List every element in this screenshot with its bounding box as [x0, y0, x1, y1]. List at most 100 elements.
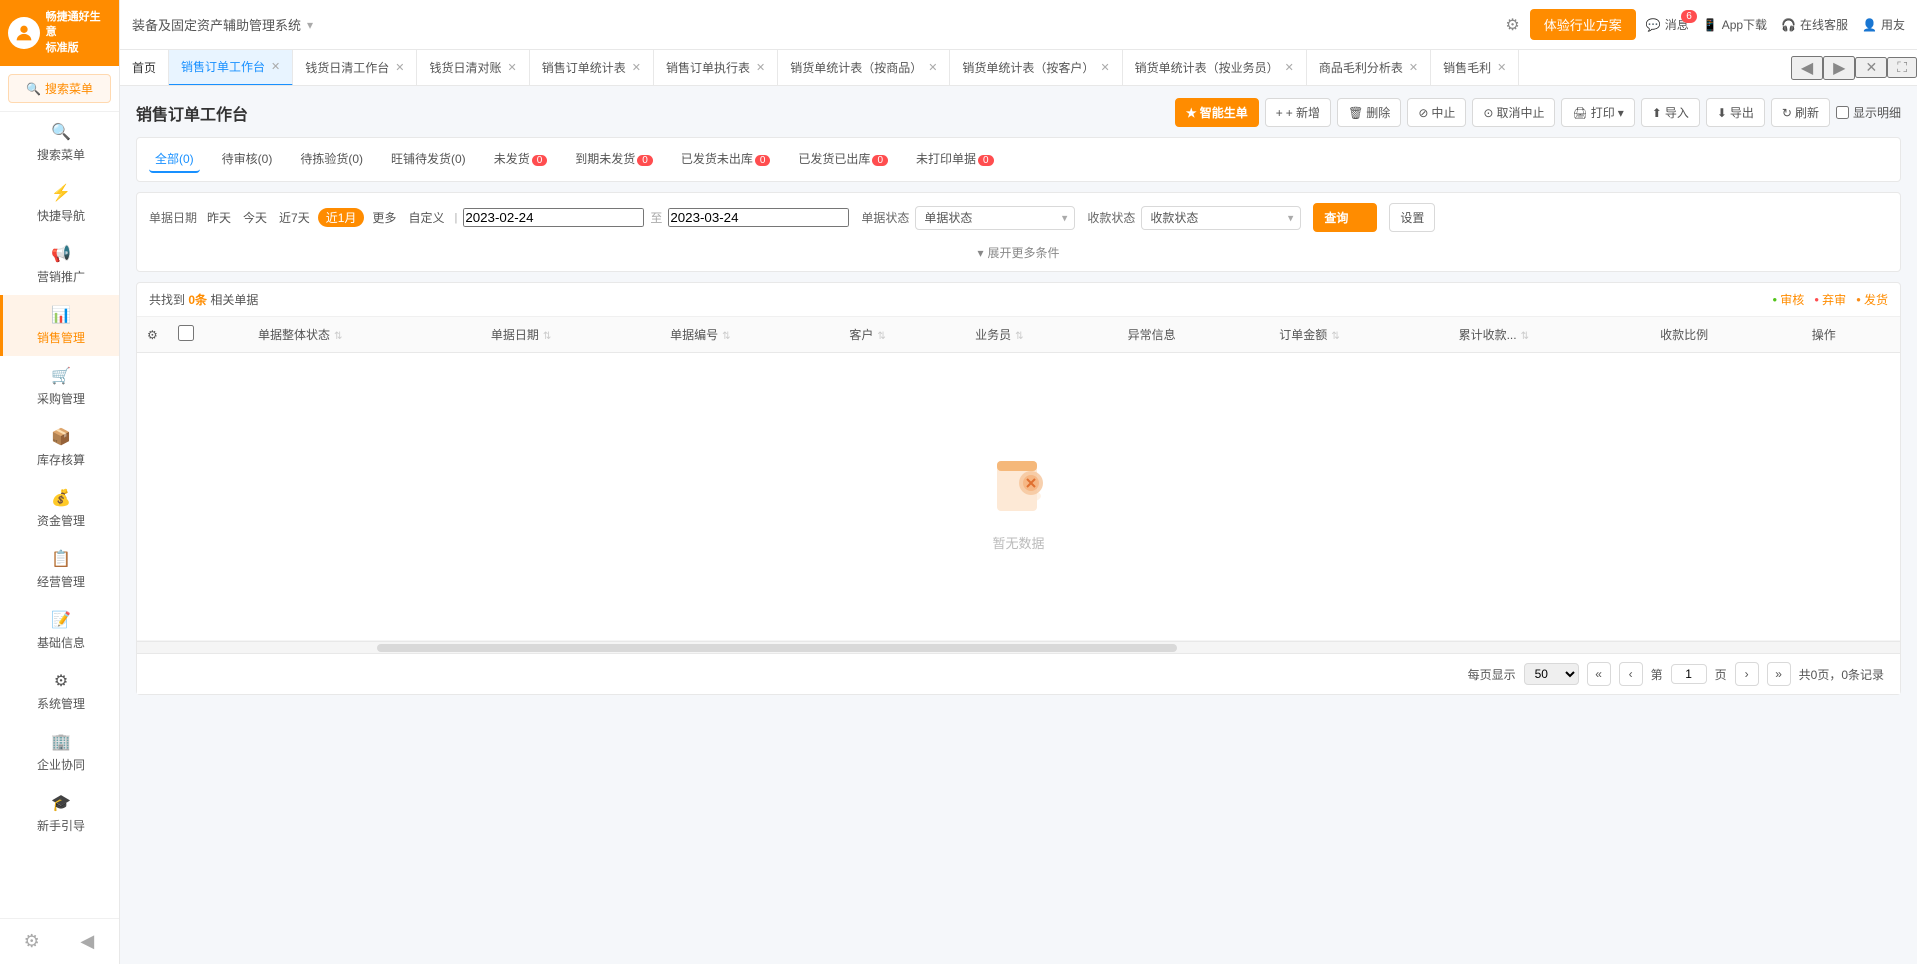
sidebar-collapse-button[interactable]: ◀: [64, 927, 112, 956]
filter-tab-pending_inspect[interactable]: 待拣验货(0): [294, 146, 369, 173]
col-header-status[interactable]: 单据整体状态⇅: [248, 317, 481, 353]
tab-close-sales_exec[interactable]: ✕: [756, 61, 765, 74]
col-header-number[interactable]: 单据编号⇅: [660, 317, 839, 353]
tab-cash_reconcile[interactable]: 钱货日清对账✕: [417, 50, 529, 86]
sidebar-item-enterprise[interactable]: 🏢企业协同: [0, 722, 119, 783]
payment-select[interactable]: 收款状态: [1141, 206, 1301, 230]
tab-close-sales_summary_product[interactable]: ✕: [928, 61, 937, 74]
sidebar-item-operations[interactable]: 📋经营管理: [0, 539, 119, 600]
tab-close-sales_summary_staff[interactable]: ✕: [1285, 61, 1294, 74]
page-input[interactable]: [1671, 664, 1707, 684]
status-select[interactable]: 单据状态: [915, 206, 1075, 230]
add-button[interactable]: + + 新增: [1265, 98, 1331, 127]
tab-gross_margin[interactable]: 商品毛利分析表✕: [1307, 50, 1431, 86]
filter-tab-pending_review[interactable]: 待审核(0): [216, 146, 279, 173]
tab-close-cash_reconcile[interactable]: ✕: [508, 61, 517, 74]
date-option-昨天[interactable]: 昨天: [203, 207, 235, 228]
export-button[interactable]: ⬇ 导出: [1706, 98, 1765, 127]
app-download-button[interactable]: 📱 App下载: [1703, 16, 1767, 33]
date-from-input[interactable]: [463, 208, 644, 227]
show-detail-checkbox[interactable]: [1836, 106, 1849, 119]
filter-tab-all[interactable]: 全部(0): [149, 146, 200, 173]
col-header-amount[interactable]: 订单金额⇅: [1269, 317, 1448, 353]
settings-button[interactable]: 设置: [1389, 203, 1435, 232]
tab-close-sales_workbench[interactable]: ✕: [271, 60, 280, 73]
first-page-button[interactable]: «: [1587, 662, 1611, 686]
tab-sales_summary_customer[interactable]: 销货单统计表（按客户）✕: [950, 50, 1122, 86]
date-option-更多[interactable]: 更多: [368, 207, 400, 228]
cancel-suspend-button[interactable]: ⊙ 取消中止: [1472, 98, 1555, 127]
sidebar-item-purchase[interactable]: 🛒采购管理: [0, 356, 119, 417]
sidebar-settings-button[interactable]: ⚙: [8, 927, 56, 956]
filter-tab-unshipped[interactable]: 未发货0: [488, 146, 554, 173]
show-detail-label[interactable]: 显示明细: [1836, 104, 1901, 121]
quick-action-发货[interactable]: 发货: [1856, 291, 1888, 308]
date-option-近1月[interactable]: 近1月: [318, 208, 365, 227]
tabs-scroll-right-button[interactable]: ▶: [1823, 56, 1855, 80]
online-service-button[interactable]: 🎧 在线客服: [1781, 16, 1848, 33]
tab-sales_exec[interactable]: 销售订单执行表✕: [654, 50, 778, 86]
filter-tab-unprinted[interactable]: 未打印单据0: [910, 146, 1000, 173]
col-header-staff[interactable]: 业务员⇅: [965, 317, 1118, 353]
col-label-status: 单据整体状态: [258, 328, 330, 342]
scrollbar-area[interactable]: [137, 641, 1900, 653]
filter-tab-shipped_not_warehoused[interactable]: 已发货未出库0: [675, 146, 777, 173]
tab-close-cash_daily[interactable]: ✕: [395, 61, 404, 74]
prev-page-button[interactable]: ‹: [1619, 662, 1643, 686]
date-option-今天[interactable]: 今天: [239, 207, 271, 228]
col-header-date[interactable]: 单据日期⇅: [481, 317, 660, 353]
tabs-scroll-left-button[interactable]: ◀: [1791, 56, 1823, 80]
sidebar-item-inventory[interactable]: 📦库存核算: [0, 417, 119, 478]
user-menu-button[interactable]: 👤 用友: [1862, 16, 1905, 33]
refresh-button[interactable]: ↻ 刷新: [1771, 98, 1830, 127]
tabs-expand-button[interactable]: ⛶: [1887, 57, 1917, 78]
quick-action-审核[interactable]: 审核: [1772, 291, 1804, 308]
scrollbar-thumb[interactable]: [377, 644, 1177, 652]
sidebar-item-newbie[interactable]: 🎓新手引导: [0, 783, 119, 844]
tab-sales_stat[interactable]: 销售订单统计表✕: [530, 50, 654, 86]
tab-cash_daily[interactable]: 钱货日清工作台✕: [293, 50, 417, 86]
tab-home[interactable]: 首页: [120, 50, 169, 86]
search-menu-button[interactable]: 🔍 搜索菜单: [8, 74, 111, 103]
filter-tab-overdue_unshipped[interactable]: 到期未发货0: [569, 146, 659, 173]
sidebar-item-sales[interactable]: 📊销售管理: [0, 295, 119, 356]
sidebar-item-finance[interactable]: 💰资金管理: [0, 478, 119, 539]
col-header-accumulated[interactable]: 累计收款...⇅: [1449, 317, 1651, 353]
message-button[interactable]: 💬 消息 6: [1646, 16, 1689, 33]
date-to-input[interactable]: [668, 208, 849, 227]
tabs-close-all-button[interactable]: ✕: [1855, 57, 1887, 78]
last-page-button[interactable]: »: [1767, 662, 1791, 686]
query-button[interactable]: 查询: [1313, 203, 1377, 232]
quick-action-弃审[interactable]: 弃审: [1814, 291, 1846, 308]
tab-sales_summary_staff[interactable]: 销货单统计表（按业务员）✕: [1123, 50, 1307, 86]
next-page-button[interactable]: ›: [1735, 662, 1759, 686]
filter-tab-wangpu_pending[interactable]: 旺铺待发货(0): [385, 146, 472, 173]
sidebar-item-quicknav[interactable]: ⚡快捷导航: [0, 173, 119, 234]
tab-close-sales_stat[interactable]: ✕: [632, 61, 641, 74]
tab-close-sales_summary_customer[interactable]: ✕: [1100, 61, 1109, 74]
delete-button[interactable]: 🗑 删除: [1337, 98, 1401, 127]
select-all-checkbox[interactable]: [178, 325, 194, 341]
sidebar-item-search[interactable]: 🔍搜索菜单: [0, 112, 119, 173]
date-option-自定义[interactable]: 自定义: [404, 207, 448, 228]
sidebar-item-basic[interactable]: 📝基础信息: [0, 600, 119, 661]
date-option-近7天[interactable]: 近7天: [275, 207, 314, 228]
per-page-select[interactable]: 102050100: [1524, 663, 1579, 685]
tab-sales_profit[interactable]: 销售毛利✕: [1431, 50, 1519, 86]
suspend-button[interactable]: ⊘ 中止: [1407, 98, 1466, 127]
expand-conditions-button[interactable]: ▾ 展开更多条件: [149, 240, 1888, 261]
tab-sales_summary_product[interactable]: 销货单统计表（按商品）✕: [778, 50, 950, 86]
sidebar-item-marketing[interactable]: 📢营销推广: [0, 234, 119, 295]
import-button[interactable]: ⬆ 导入: [1641, 98, 1700, 127]
sidebar-item-system[interactable]: ⚙系统管理: [0, 661, 119, 722]
tab-close-gross_margin[interactable]: ✕: [1409, 61, 1418, 74]
topbar-settings-icon[interactable]: ⚙: [1505, 15, 1519, 35]
print-button[interactable]: 🖨 打印 ▾: [1561, 98, 1634, 127]
tab-sales_workbench[interactable]: 销售订单工作台✕: [169, 50, 293, 86]
filter-tab-shipped_warehoused[interactable]: 已发货已出库0: [792, 146, 894, 173]
industry-solution-button[interactable]: 体验行业方案: [1530, 9, 1636, 40]
col-header-customer[interactable]: 客户⇅: [839, 317, 965, 353]
tab-close-sales_profit[interactable]: ✕: [1497, 61, 1506, 74]
col-settings-icon[interactable]: ⚙: [147, 328, 158, 342]
smart-create-button[interactable]: ★ 智能生单: [1175, 98, 1259, 127]
